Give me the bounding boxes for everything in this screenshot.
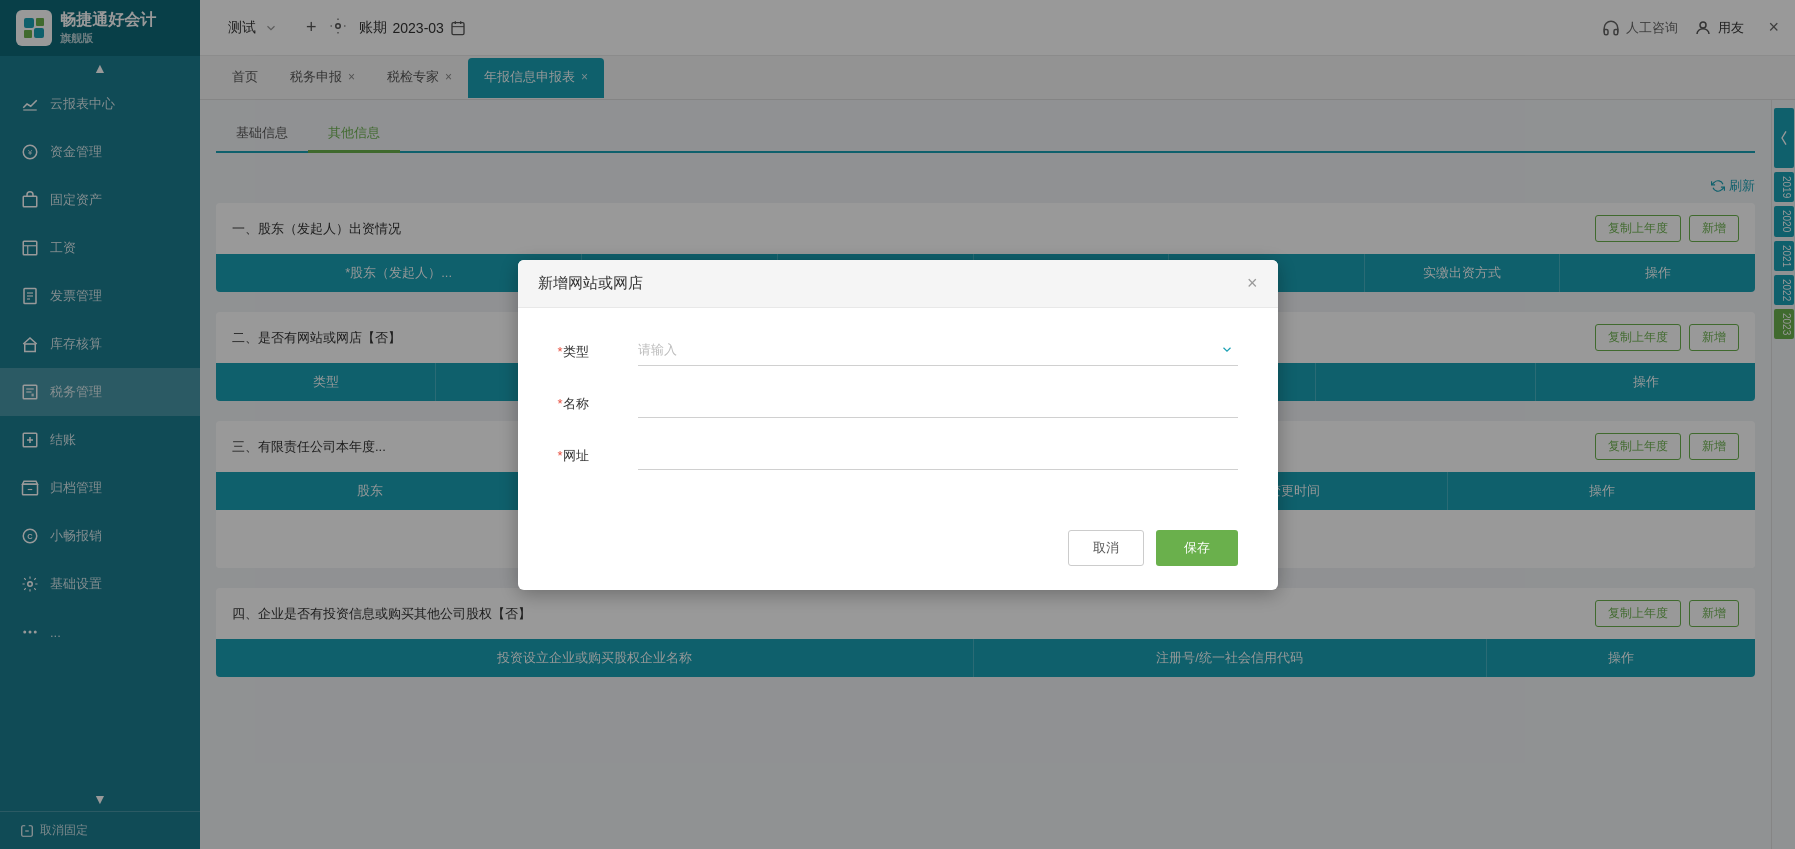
form-field-url: *网址 — [558, 442, 1238, 470]
modal-header: 新增网站或网店 × — [518, 260, 1278, 308]
url-input[interactable] — [638, 442, 1238, 465]
modal-title: 新增网站或网店 — [538, 274, 643, 293]
type-dropdown-icon[interactable] — [1220, 343, 1234, 360]
name-label-text: 名称 — [563, 396, 589, 411]
modal-close-btn[interactable]: × — [1247, 274, 1258, 292]
modal-overlay: 新增网站或网店 × *类型 *名称 — [0, 0, 1795, 849]
url-label: *网址 — [558, 447, 638, 465]
cancel-button[interactable]: 取消 — [1068, 530, 1144, 566]
type-input[interactable] — [638, 338, 1238, 361]
form-field-type: *类型 — [558, 338, 1238, 366]
form-field-name: *名称 — [558, 390, 1238, 418]
save-button[interactable]: 保存 — [1156, 530, 1238, 566]
modal-body: *类型 *名称 * — [518, 308, 1278, 514]
modal-footer: 取消 保存 — [518, 514, 1278, 590]
type-label-text: 类型 — [563, 344, 589, 359]
type-input-wrapper — [638, 338, 1238, 366]
name-label: *名称 — [558, 395, 638, 413]
type-label: *类型 — [558, 343, 638, 361]
url-input-wrapper — [638, 442, 1238, 470]
name-input[interactable] — [638, 390, 1238, 413]
name-input-wrapper — [638, 390, 1238, 418]
url-label-text: 网址 — [563, 448, 589, 463]
add-website-modal: 新增网站或网店 × *类型 *名称 — [518, 260, 1278, 590]
